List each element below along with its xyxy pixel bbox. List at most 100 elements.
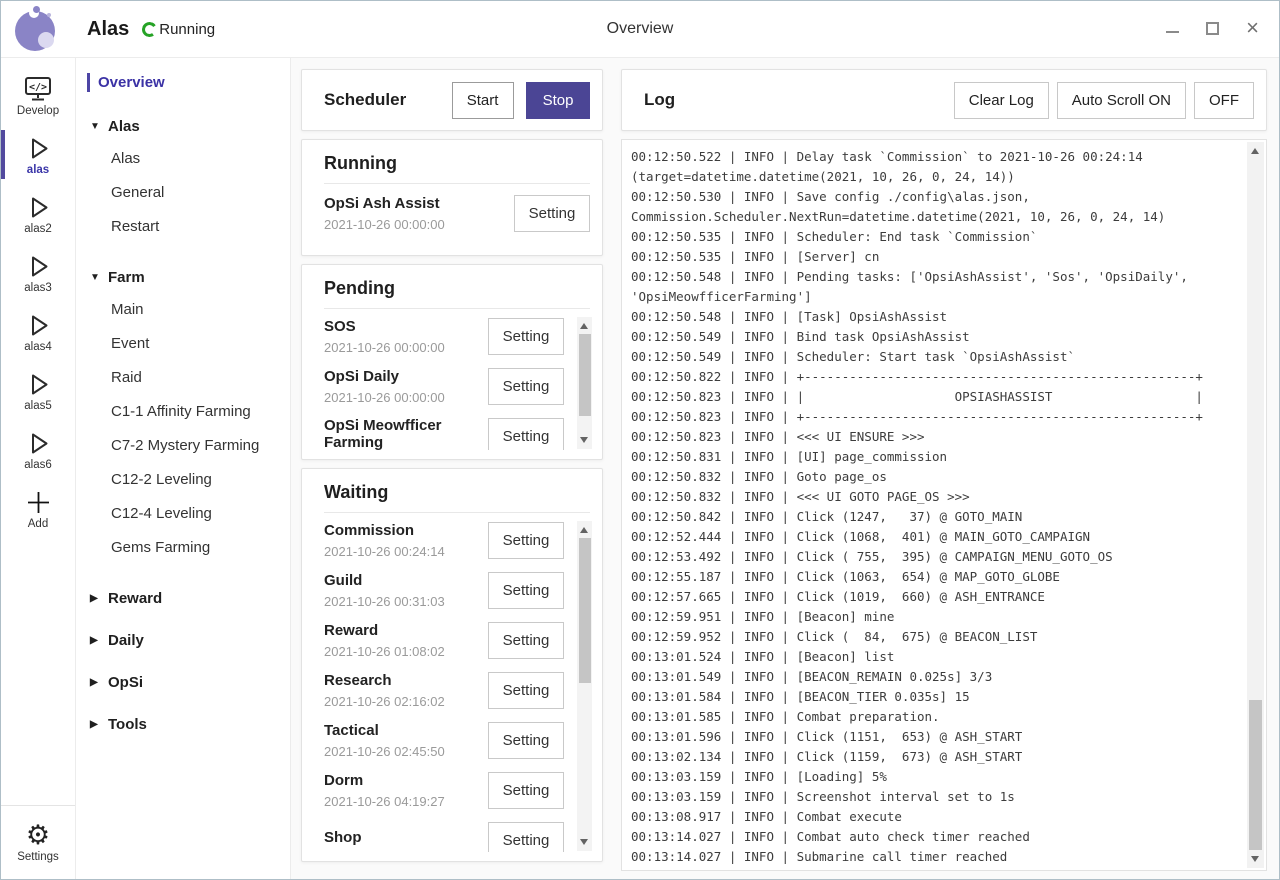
sidebar-item-label: alas3 <box>24 282 52 294</box>
nav-item-event[interactable]: Event <box>76 327 290 361</box>
task-info: Research2021-10-26 02:16:02 <box>324 672 488 709</box>
running-panel: Running OpSi Ash Assist2021-10-26 00:00:… <box>301 139 603 256</box>
code-monitor-icon: </> <box>23 74 53 104</box>
sidebar-item-alas2[interactable]: alas2 <box>1 184 75 243</box>
log-panel-header: Log Clear Log Auto Scroll ON OFF <box>621 69 1267 131</box>
log-title: Log <box>644 90 675 110</box>
nav-item-general[interactable]: General <box>76 176 290 210</box>
task-name: OpSi Meowfficer Farming <box>324 417 482 451</box>
sidebar-item-settings[interactable]: ⚙ Settings <box>1 812 75 871</box>
nav-item-gems-farming[interactable]: Gems Farming <box>76 531 290 565</box>
chevron-right-icon: ▶ <box>90 677 101 688</box>
setting-button[interactable]: Setting <box>488 368 564 405</box>
scroll-down-icon[interactable] <box>580 437 588 443</box>
scrollbar-thumb[interactable] <box>1249 700 1262 850</box>
stop-button[interactable]: Stop <box>526 82 590 119</box>
nav-item-overview[interactable]: Overview <box>76 72 290 93</box>
status-label: Running <box>159 21 215 38</box>
scroll-up-icon[interactable] <box>580 527 588 533</box>
nav-item-alas[interactable]: Alas <box>76 142 290 176</box>
sidebar-item-alas5[interactable]: alas5 <box>1 361 75 420</box>
nav-group-label: Tools <box>108 716 147 733</box>
setting-button[interactable]: Setting <box>514 195 590 232</box>
log-line: 00:12:50.548 | INFO | Pending tasks: ['O… <box>631 267 1236 307</box>
sidebar-item-alas3[interactable]: alas3 <box>1 243 75 302</box>
nav-item-raid[interactable]: Raid <box>76 361 290 395</box>
title-bar: Alas Running Overview × <box>1 1 1279 58</box>
task-next-run-time: 2021-10-26 00:00:00 <box>324 390 482 405</box>
play-icon <box>25 369 52 399</box>
task-next-run-time: 2021-10-26 00:00:00 <box>324 340 482 355</box>
auto-scroll-off-button[interactable]: OFF <box>1194 82 1254 119</box>
task-name: Research <box>324 672 482 689</box>
nav-group-alas[interactable]: ▼ Alas <box>76 118 290 135</box>
svg-text:</>: </> <box>29 82 47 93</box>
sidebar-item-add[interactable]: Add <box>1 479 75 538</box>
scheduler-title: Scheduler <box>324 90 406 110</box>
nav-group-farm[interactable]: ▼Farm <box>76 269 290 286</box>
sidebar-item-develop[interactable]: </>Develop <box>1 66 75 125</box>
nav-item-c12-2-leveling[interactable]: C12-2 Leveling <box>76 463 290 497</box>
log-line: 00:12:50.842 | INFO | Click (1247, 37) @… <box>631 507 1236 527</box>
setting-button[interactable]: Setting <box>488 772 564 809</box>
log-scrollbar[interactable] <box>1247 142 1264 868</box>
setting-button[interactable]: Setting <box>488 672 564 709</box>
task-info: Shop <box>324 829 488 851</box>
nav-group-daily[interactable]: ▶Daily <box>76 632 290 649</box>
task-row: Tactical2021-10-26 02:45:50Setting <box>324 715 564 765</box>
sidebar-item-alas[interactable]: alas <box>1 125 75 184</box>
scrollbar-thumb[interactable] <box>579 334 591 416</box>
setting-button[interactable]: Setting <box>488 572 564 609</box>
log-line: 00:13:01.524 | INFO | [Beacon] list <box>631 647 1236 667</box>
maximize-icon[interactable] <box>1206 22 1219 35</box>
sidebar-item-label: Settings <box>17 851 59 863</box>
scroll-down-icon[interactable] <box>580 839 588 845</box>
setting-button[interactable]: Setting <box>488 522 564 559</box>
sidebar-item-label: alas <box>27 164 49 176</box>
nav-group-reward[interactable]: ▶Reward <box>76 590 290 607</box>
nav-item-c12-4-leveling[interactable]: C12-4 Leveling <box>76 497 290 531</box>
chevron-right-icon: ▶ <box>90 719 101 730</box>
scheduler-panel: Scheduler Start Stop <box>301 69 603 131</box>
log-line: 00:12:57.665 | INFO | Click (1019, 660) … <box>631 587 1236 607</box>
clear-log-button[interactable]: Clear Log <box>954 82 1049 119</box>
scroll-up-icon[interactable] <box>580 323 588 329</box>
nav-group-label: Alas <box>108 118 140 135</box>
task-name: Tactical <box>324 722 482 739</box>
nav-group-tools[interactable]: ▶ Tools <box>76 716 290 733</box>
start-button[interactable]: Start <box>452 82 514 119</box>
task-row: Research2021-10-26 02:16:02Setting <box>324 665 564 715</box>
auto-scroll-on-button[interactable]: Auto Scroll ON <box>1057 82 1186 119</box>
chevron-down-icon: ▼ <box>90 121 101 132</box>
scroll-down-icon[interactable] <box>1251 856 1259 862</box>
nav-item-c7-2-mystery-farming[interactable]: C7-2 Mystery Farming <box>76 429 290 463</box>
log-line: 00:13:02.134 | INFO | Click (1159, 673) … <box>631 747 1236 767</box>
log-line: 00:12:52.444 | INFO | Click (1068, 401) … <box>631 527 1236 547</box>
scrollbar-thumb[interactable] <box>579 538 591 683</box>
nav-group-opsi[interactable]: ▶ OpSi <box>76 674 290 691</box>
nav-item-c1-1-affinity-farming[interactable]: C1-1 Affinity Farming <box>76 395 290 429</box>
task-info: OpSi Daily2021-10-26 00:00:00 <box>324 368 488 405</box>
minimize-icon[interactable] <box>1166 31 1179 33</box>
nav-group-label: OpSi <box>108 674 143 691</box>
sidebar-item-alas4[interactable]: alas4 <box>1 302 75 361</box>
nav-item-restart[interactable]: Restart <box>76 210 290 244</box>
scheduler-column: Scheduler Start Stop Running OpSi Ash As… <box>291 58 613 879</box>
setting-button[interactable]: Setting <box>488 822 564 853</box>
waiting-scrollbar[interactable] <box>577 521 592 851</box>
scroll-up-icon[interactable] <box>1251 148 1259 154</box>
setting-button[interactable]: Setting <box>488 418 564 451</box>
pending-scrollbar[interactable] <box>577 317 592 449</box>
setting-button[interactable]: Setting <box>488 318 564 355</box>
log-view[interactable]: 00:12:50.522 | INFO | Delay task `Commis… <box>621 139 1267 871</box>
waiting-title: Waiting <box>324 482 590 513</box>
setting-button[interactable]: Setting <box>488 722 564 759</box>
log-line: 00:12:50.549 | INFO | Scheduler: Start t… <box>631 347 1236 367</box>
nav-item-main[interactable]: Main <box>76 293 290 327</box>
nav-group-label: Farm <box>108 269 145 286</box>
close-icon[interactable]: × <box>1246 21 1259 35</box>
sidebar-item-alas6[interactable]: alas6 <box>1 420 75 479</box>
task-info: SOS2021-10-26 00:00:00 <box>324 318 488 355</box>
setting-button[interactable]: Setting <box>488 622 564 659</box>
running-title: Running <box>324 153 590 184</box>
